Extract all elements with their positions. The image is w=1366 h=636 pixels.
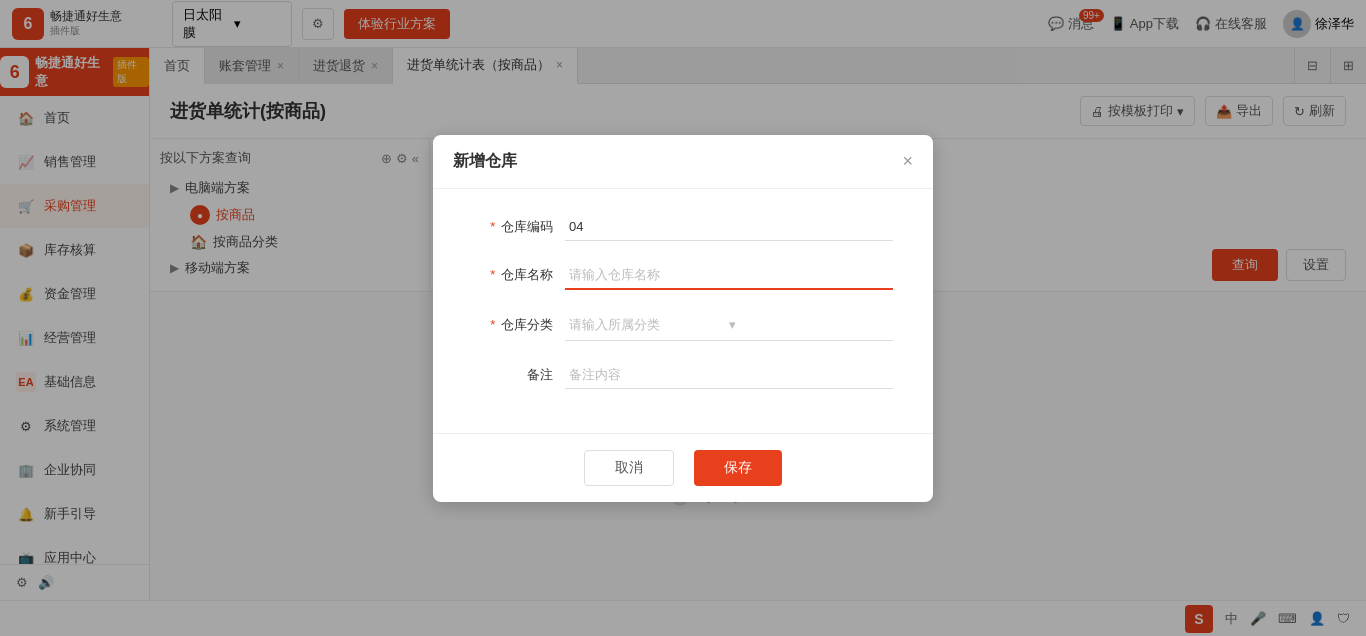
modal-body: * 仓库编码 * 仓库名称 * 仓库分类 请输入 — [433, 189, 933, 433]
warehouse-notes-input[interactable] — [565, 361, 893, 389]
warehouse-name-input[interactable] — [565, 261, 893, 290]
required-star-name: * — [490, 267, 495, 282]
form-row-name: * 仓库名称 — [473, 261, 893, 290]
form-row-category: * 仓库分类 请输入所属分类 ▾ — [473, 310, 893, 341]
category-select[interactable]: 请输入所属分类 ▾ — [565, 310, 893, 341]
code-label: * 仓库编码 — [473, 218, 553, 236]
required-star-code: * — [490, 219, 495, 234]
modal-overlay: 新增仓库 × * 仓库编码 * 仓库名称 — [0, 0, 1366, 636]
notes-label: 备注 — [473, 366, 553, 384]
new-warehouse-modal: 新增仓库 × * 仓库编码 * 仓库名称 — [433, 135, 933, 502]
form-row-notes: 备注 — [473, 361, 893, 389]
category-label: * 仓库分类 — [473, 316, 553, 334]
form-row-code: * 仓库编码 — [473, 213, 893, 241]
modal-footer: 取消 保存 — [433, 433, 933, 502]
category-placeholder: 请输入所属分类 — [569, 316, 729, 334]
required-star-category: * — [490, 317, 495, 332]
modal-header: 新增仓库 × — [433, 135, 933, 189]
modal-title: 新增仓库 — [453, 151, 517, 172]
modal-close-button[interactable]: × — [902, 151, 913, 172]
cancel-button[interactable]: 取消 — [584, 450, 674, 486]
name-label: * 仓库名称 — [473, 266, 553, 284]
warehouse-code-input[interactable] — [565, 213, 893, 241]
category-dropdown-arrow: ▾ — [729, 317, 889, 332]
save-button[interactable]: 保存 — [694, 450, 782, 486]
